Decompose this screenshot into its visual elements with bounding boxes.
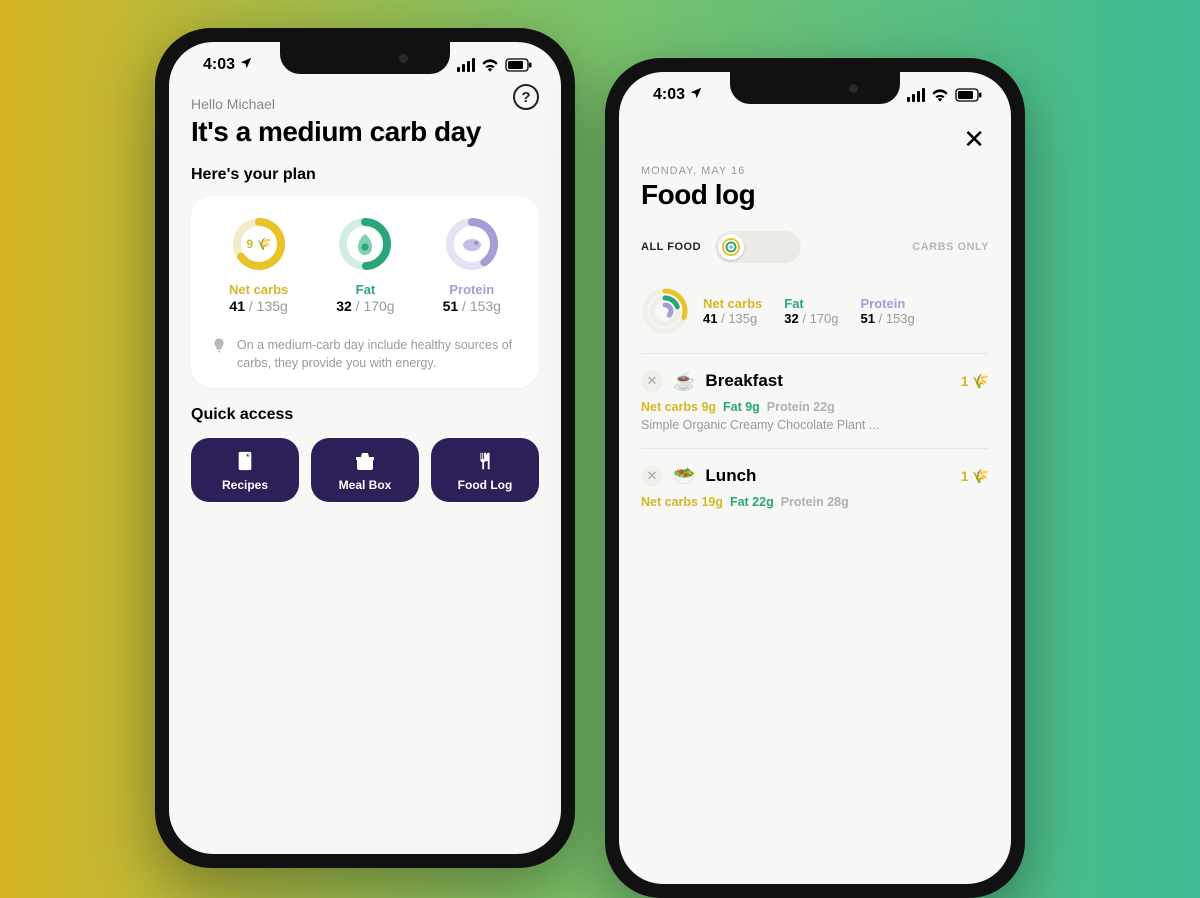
quick-recipes-button[interactable]: Recipes [191,438,299,502]
meal-lunch[interactable]: ✕ 🥗 Lunch 1🌾 Net carbs 19g Fat 22g Prote… [641,449,989,525]
phone-home: 4:03 Hello Michael It's a medium carb da… [155,28,575,868]
target-icon [722,238,740,256]
summary-fat: Fat 32 / 170g [784,296,838,326]
battery-icon [505,58,533,72]
macro-protein[interactable]: Protein 51 / 153g [443,216,501,314]
wifi-icon [481,58,499,72]
protein-label: Protein [443,282,501,297]
screen-foodlog: 4:03 ✕ MONDAY, MAY 16 Food log ALL FOOD [619,72,1011,884]
mealbox-icon [353,450,377,472]
meal-macros: Net carbs 19g Fat 22g Protein 28g [641,495,989,509]
meal-points: 1🌾 [961,468,989,485]
summary-carbs-label: Net carbs [703,296,762,311]
lunch-icon: 🥗 [673,466,695,487]
quick-mealbox-label: Meal Box [339,478,392,492]
fat-ring-icon [337,216,393,272]
headline-text: It's a medium carb day [191,116,481,148]
page-title: Food log [641,179,989,211]
carbs-label: Net carbs [229,282,288,297]
wifi-icon [931,88,949,102]
fat-value: 32 / 170g [336,298,394,314]
carbs-ring-icon: 9 🌾 [231,216,287,272]
signal-icon [457,58,476,72]
meal-description: Simple Organic Creamy Chocolate Plant ..… [641,418,989,432]
protein-ring-icon [444,216,500,272]
toggle-all-food-label[interactable]: ALL FOOD [641,241,701,253]
meal-breakfast[interactable]: ✕ ☕ Breakfast 1🌾 Net carbs 9g Fat 9g Pro… [641,354,989,449]
lightbulb-icon [211,337,227,353]
summary-ring-icon [641,287,689,335]
greeting-text: Hello Michael [191,96,481,112]
meal-name: Breakfast [705,371,783,391]
meal-name: Lunch [705,466,756,486]
summary-carbs: Net carbs 41 / 135g [703,296,762,326]
summary-protein: Protein 51 / 153g [861,296,915,326]
remove-meal-button[interactable]: ✕ [641,465,663,487]
recipes-icon [234,450,256,472]
meal-points: 1🌾 [961,373,989,390]
help-button[interactable]: ? [513,84,539,110]
macro-fat[interactable]: Fat 32 / 170g [336,216,394,314]
plan-card: 9 🌾 Net carbs 41 / 135g Fat 32 [191,196,539,388]
quick-recipes-label: Recipes [222,478,268,492]
svg-text:9 🌾: 9 🌾 [246,237,271,251]
close-button[interactable]: ✕ [963,124,985,155]
tip-text: On a medium-carb day include healthy sou… [237,336,519,372]
phone-foodlog: 4:03 ✕ MONDAY, MAY 16 Food log ALL FOOD [605,58,1025,898]
date-label: MONDAY, MAY 16 [641,165,989,177]
fat-label: Fat [336,282,394,297]
time-text: 4:03 [653,86,685,103]
status-time: 4:03 [653,86,703,104]
toggle-knob [718,234,744,260]
quick-foodlog-label: Food Log [458,478,513,492]
summary-protein-label: Protein [861,296,915,311]
location-icon [689,86,703,100]
food-filter-toggle[interactable] [715,231,801,263]
remove-meal-button[interactable]: ✕ [641,370,663,392]
summary-card: Net carbs 41 / 135g Fat 32 / 170g Protei… [641,287,989,354]
notch [280,42,450,74]
battery-icon [955,88,983,102]
foodlog-icon [474,450,496,472]
quick-foodlog-button[interactable]: Food Log [431,438,539,502]
carbs-value: 41 / 135g [229,298,288,314]
protein-value: 51 / 153g [443,298,501,314]
signal-icon [907,88,926,102]
macro-carbs[interactable]: 9 🌾 Net carbs 41 / 135g [229,216,288,314]
toggle-carbs-only-label[interactable]: CARBS ONLY [912,241,989,253]
meal-macros: Net carbs 9g Fat 9g Protein 22g [641,400,989,414]
time-text: 4:03 [203,56,235,73]
plan-section-title: Here's your plan [191,166,539,184]
breakfast-icon: ☕ [673,371,695,392]
location-icon [239,56,253,70]
status-time: 4:03 [203,56,253,74]
notch [730,72,900,104]
summary-fat-label: Fat [784,296,838,311]
quick-mealbox-button[interactable]: Meal Box [311,438,419,502]
screen-home: 4:03 Hello Michael It's a medium carb da… [169,42,561,854]
quick-access-title: Quick access [191,406,539,424]
